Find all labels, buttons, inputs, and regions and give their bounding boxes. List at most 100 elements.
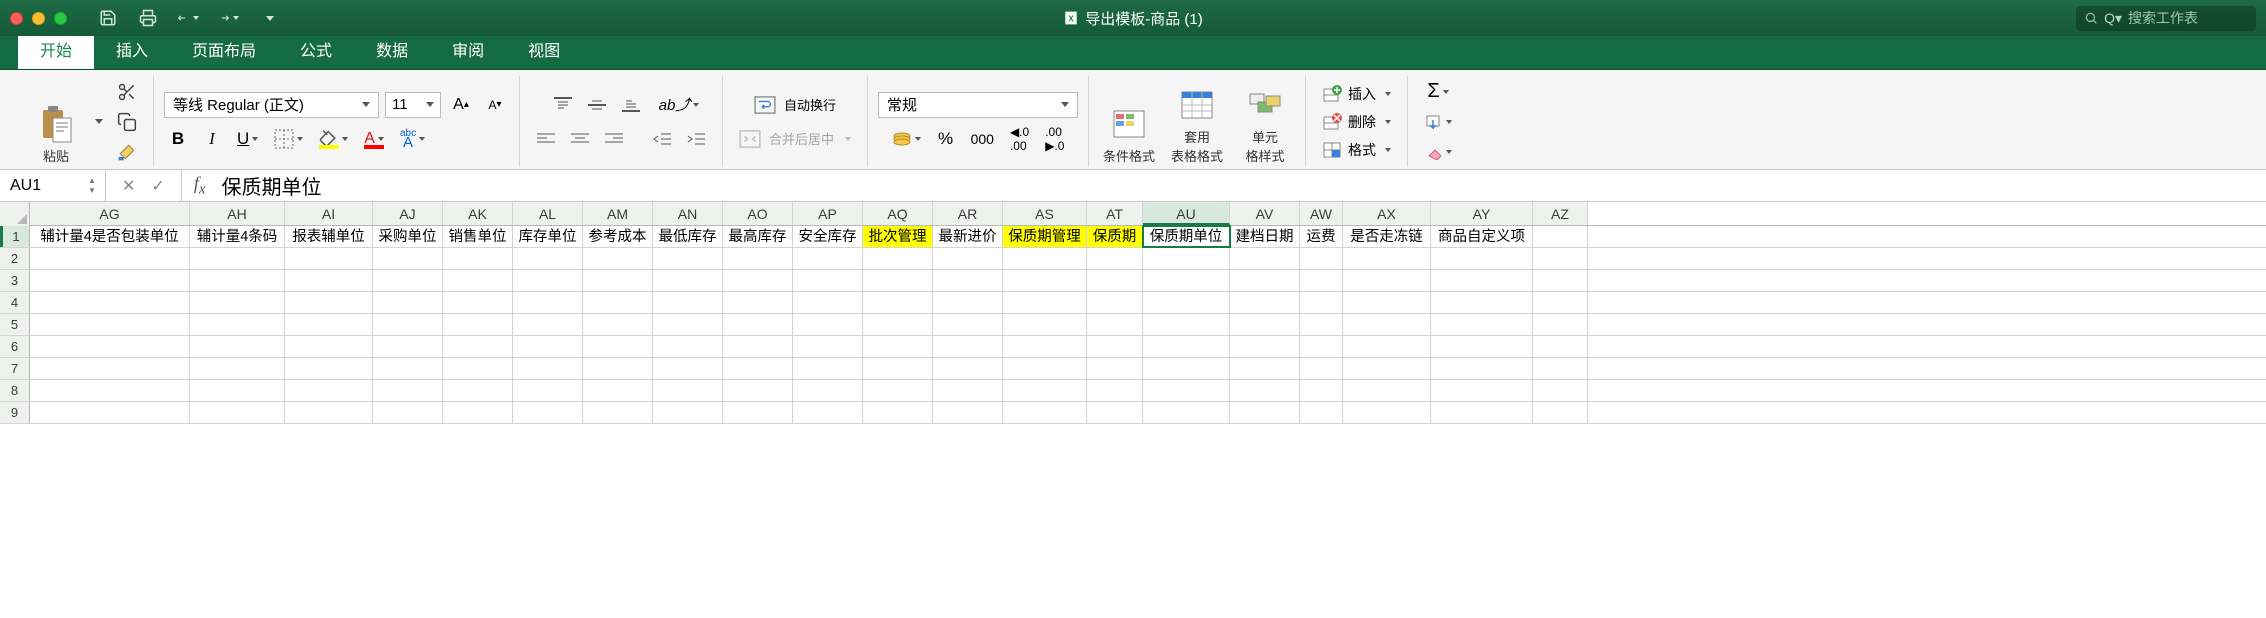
cell[interactable] [373, 248, 443, 269]
cell[interactable]: 保质期管理 [1003, 226, 1087, 247]
cell[interactable]: 建档日期 [1230, 226, 1300, 247]
cell[interactable] [793, 380, 863, 401]
cell[interactable] [1230, 270, 1300, 291]
cell[interactable] [30, 292, 190, 313]
bold-button[interactable]: B [164, 126, 192, 152]
cell[interactable] [1003, 314, 1087, 335]
cell[interactable] [190, 402, 285, 423]
cell[interactable] [723, 358, 793, 379]
search-input[interactable] [2128, 10, 2248, 26]
autosum-button[interactable]: Σ [1418, 80, 1458, 104]
font-size-select[interactable]: 11 [385, 92, 441, 118]
cell[interactable] [1003, 380, 1087, 401]
customize-qatb-icon[interactable] [257, 9, 279, 27]
cell[interactable]: 是否走冻链 [1343, 226, 1431, 247]
cell[interactable] [1087, 358, 1143, 379]
column-header-AU[interactable]: AU [1143, 202, 1230, 225]
column-header-AX[interactable]: AX [1343, 202, 1431, 225]
column-header-AM[interactable]: AM [583, 202, 653, 225]
row-header-6[interactable]: 6 [0, 336, 30, 357]
cell[interactable] [723, 380, 793, 401]
align-center-button[interactable] [564, 126, 596, 152]
cut-button[interactable] [111, 80, 143, 104]
cell[interactable] [30, 380, 190, 401]
cell[interactable] [1143, 292, 1230, 313]
cell[interactable] [1003, 402, 1087, 423]
row-header-5[interactable]: 5 [0, 314, 30, 335]
cell[interactable] [1143, 358, 1230, 379]
shrink-font-button[interactable]: A▾ [481, 92, 509, 118]
cell[interactable]: 辅计量4是否包装单位 [30, 226, 190, 247]
increase-indent-button[interactable] [680, 126, 712, 152]
name-box[interactable]: ▲ ▼ [0, 170, 106, 201]
cell[interactable] [933, 248, 1003, 269]
cancel-formula-button[interactable]: ✕ [122, 176, 135, 196]
cell[interactable] [1533, 336, 1588, 357]
cell[interactable] [933, 314, 1003, 335]
cell[interactable] [443, 314, 513, 335]
number-format-select[interactable]: 常规 [878, 92, 1078, 118]
cell[interactable] [1533, 248, 1588, 269]
cell[interactable] [653, 292, 723, 313]
cell[interactable] [1003, 358, 1087, 379]
cell[interactable] [653, 380, 723, 401]
row-header-7[interactable]: 7 [0, 358, 30, 379]
cell[interactable] [30, 402, 190, 423]
cell[interactable] [1343, 380, 1431, 401]
cell[interactable]: 参考成本 [583, 226, 653, 247]
cell[interactable] [1300, 402, 1343, 423]
column-header-AO[interactable]: AO [723, 202, 793, 225]
column-header-AS[interactable]: AS [1003, 202, 1087, 225]
decrease-decimal-button[interactable]: .00▶.0 [1040, 126, 1069, 152]
cell[interactable]: 最低库存 [653, 226, 723, 247]
cell[interactable] [1230, 248, 1300, 269]
cell[interactable] [863, 380, 933, 401]
column-header-AZ[interactable]: AZ [1533, 202, 1588, 225]
cell[interactable] [863, 358, 933, 379]
cell[interactable] [1343, 314, 1431, 335]
cell[interactable]: 最高库存 [723, 226, 793, 247]
cell[interactable] [583, 402, 653, 423]
cell[interactable] [653, 336, 723, 357]
cell[interactable] [1143, 336, 1230, 357]
column-header-AQ[interactable]: AQ [863, 202, 933, 225]
row-header-8[interactable]: 8 [0, 380, 30, 401]
print-icon[interactable] [137, 9, 159, 27]
cell[interactable] [723, 336, 793, 357]
cell[interactable] [513, 248, 583, 269]
cell[interactable]: 库存单位 [513, 226, 583, 247]
accept-formula-button[interactable]: ✓ [151, 176, 164, 196]
cell[interactable] [30, 270, 190, 291]
cell[interactable] [723, 314, 793, 335]
cell[interactable] [863, 402, 933, 423]
insert-cells-button[interactable]: 插入 [1316, 81, 1397, 107]
cell[interactable] [443, 380, 513, 401]
cell[interactable] [285, 380, 373, 401]
cell[interactable] [513, 402, 583, 423]
cell[interactable] [1533, 358, 1588, 379]
cell[interactable] [1533, 314, 1588, 335]
cell[interactable] [933, 292, 1003, 313]
fill-button[interactable] [1418, 110, 1458, 134]
cell[interactable] [1087, 380, 1143, 401]
undo-icon[interactable] [177, 9, 199, 27]
align-top-button[interactable] [547, 92, 579, 118]
cell[interactable] [723, 292, 793, 313]
cell[interactable] [1143, 248, 1230, 269]
cell[interactable] [373, 314, 443, 335]
cell[interactable] [933, 380, 1003, 401]
cell[interactable] [285, 292, 373, 313]
increase-decimal-button[interactable]: ◀.0.00 [1005, 126, 1034, 152]
cell[interactable] [1003, 336, 1087, 357]
cell[interactable]: 保质期 [1087, 226, 1143, 247]
cell[interactable] [1143, 402, 1230, 423]
cell[interactable] [1431, 380, 1533, 401]
cell[interactable] [1533, 226, 1588, 247]
cell[interactable] [793, 402, 863, 423]
cell[interactable] [863, 292, 933, 313]
cell[interactable] [653, 358, 723, 379]
cell[interactable] [583, 336, 653, 357]
cell[interactable] [1343, 336, 1431, 357]
cell[interactable] [863, 270, 933, 291]
decrease-indent-button[interactable] [646, 126, 678, 152]
